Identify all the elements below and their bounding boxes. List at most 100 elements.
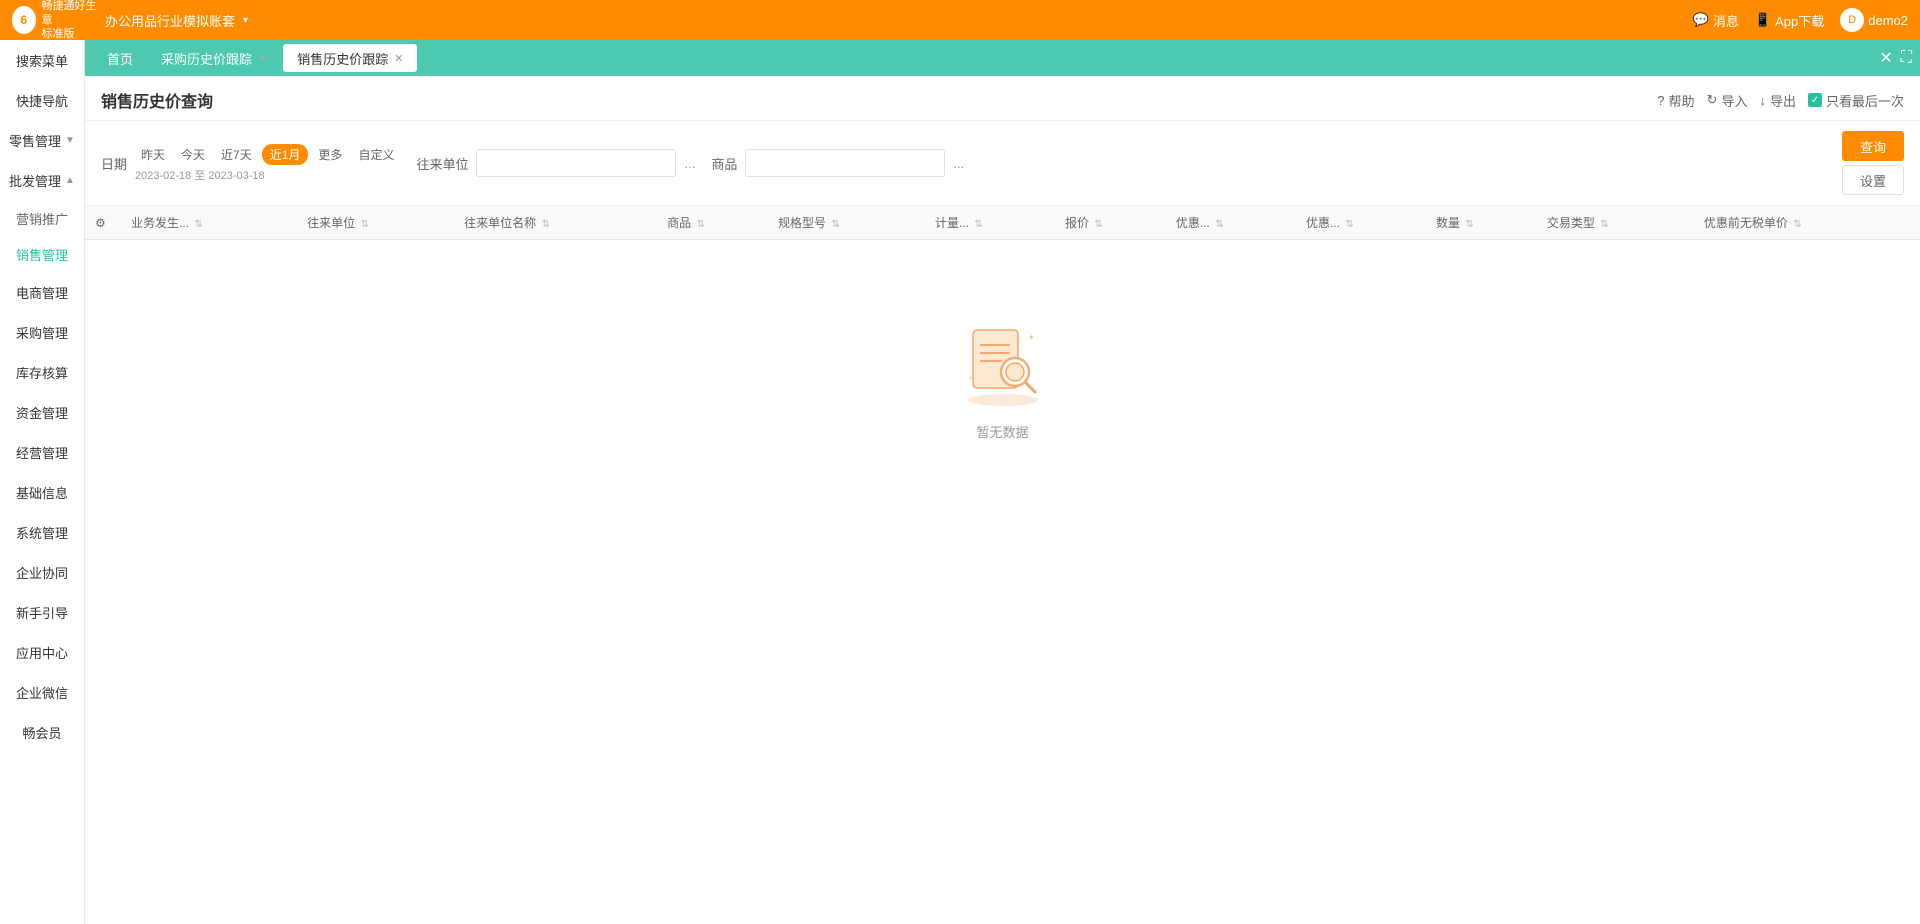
app-download-icon: 📱 [1755,12,1771,28]
data-table: ⚙ 业务发生... ⇅ 往来单位 ⇅ 往来单位名称 ⇅ [85,206,1920,240]
tab-purchase-history-close-icon[interactable]: ✕ [258,52,267,65]
tab-purchase-history[interactable]: 采购历史价跟踪 ✕ [147,44,281,72]
sidebar-item-sales-mgmt[interactable]: 销售管理 [0,236,84,272]
partner-ellipsis[interactable]: ... [684,156,695,171]
table-col-partner-name[interactable]: 往来单位名称 ⇅ [454,206,657,240]
search-button[interactable]: 查询 [1842,131,1904,161]
sort-spec-icon: ⇅ [831,219,839,230]
sidebar-item-member-club[interactable]: 畅会员 [0,712,84,752]
table-header-row: ⚙ 业务发生... ⇅ 往来单位 ⇅ 往来单位名称 ⇅ [85,206,1920,240]
avatar: D [1840,8,1864,32]
table-col-discount2[interactable]: 优惠... ⇅ [1296,206,1426,240]
svg-text:✦: ✦ [968,375,973,382]
tab-maximize-icon[interactable]: ⛶ [1901,49,1912,67]
header-center: 办公用品行业模拟账套 ▾ [97,11,1693,30]
setting-button[interactable]: 设置 [1842,165,1904,195]
checkbox-icon: ✓ [1808,93,1822,107]
search-btn-group: 查询 设置 [1842,131,1904,195]
table-col-product[interactable]: 商品 ⇅ [657,206,768,240]
main-content: 销售历史价查询 ? 帮助 ↻ 导入 ↓ 导出 ✓ 只看最后一次 [85,76,1920,924]
sidebar-item-marketing[interactable]: 营销推广 [0,200,84,236]
app-title-dropdown-icon[interactable]: ▾ [243,15,248,26]
date-btn-more[interactable]: 更多 [312,144,348,165]
sidebar-item-finance[interactable]: 资金管理 [0,392,84,432]
svg-text:✦: ✦ [1028,333,1035,342]
sidebar-item-app-center[interactable]: 应用中心 [0,632,84,672]
page-container: 销售历史价查询 ? 帮助 ↻ 导入 ↓ 导出 ✓ 只看最后一次 [85,76,1920,924]
sidebar-item-retail-mgmt[interactable]: 零售管理 ▼ [0,120,84,160]
sidebar-item-purchase-mgmt[interactable]: 采购管理 [0,312,84,352]
empty-state: ✦ ✦ 暂无数据 [85,240,1920,521]
sidebar-item-search-menu[interactable]: 搜索菜单 [0,40,84,80]
product-filter-group: 商品 ... [711,149,964,177]
logo-area: 6 畅捷通好生意 标准版 [12,0,97,41]
empty-icon: ✦ ✦ [953,320,1053,410]
sidebar-item-quick-nav[interactable]: 快捷导航 [0,80,84,120]
table-col-pretax-price[interactable]: 优惠前无税单价 ⇅ [1694,206,1920,240]
table-col-quantity[interactable]: 数量 ⇅ [1426,206,1537,240]
date-btn-custom[interactable]: 自定义 [352,144,400,165]
sort-partner-code-icon: ⇅ [361,219,369,230]
sidebar-item-basic-info[interactable]: 基础信息 [0,472,84,512]
user-profile-btn[interactable]: D demo2 [1840,8,1908,32]
only-last-checkbox[interactable]: ✓ 只看最后一次 [1808,91,1904,110]
sort-quoted-price-icon: ⇅ [1094,219,1102,230]
table-col-discount1[interactable]: 优惠... ⇅ [1166,206,1296,240]
sort-quantity-icon: ⇅ [1465,219,1473,230]
sidebar-item-system-mgmt[interactable]: 系统管理 [0,512,84,552]
date-btn-today[interactable]: 今天 [175,144,211,165]
sidebar-item-beginner-guide[interactable]: 新手引导 [0,592,84,632]
sidebar-item-ecommerce-mgmt[interactable]: 电商管理 [0,272,84,312]
product-input[interactable] [745,149,945,177]
table-col-quoted-price[interactable]: 报价 ⇅ [1055,206,1166,240]
table-col-unit[interactable]: 计量... ⇅ [925,206,1055,240]
table-col-trade-type[interactable]: 交易类型 ⇅ [1537,206,1694,240]
tab-bar: 首页 采购历史价跟踪 ✕ 销售历史价跟踪 ✕ ✕ ⛶ [85,40,1920,76]
logo-icon: 6 [12,6,36,34]
sort-trade-type-icon: ⇅ [1600,219,1608,230]
table-header: ⚙ 业务发生... ⇅ 往来单位 ⇅ 往来单位名称 ⇅ [85,206,1920,240]
sidebar-item-operations[interactable]: 经营管理 [0,432,84,472]
tab-sales-history[interactable]: 销售历史价跟踪 ✕ [283,44,417,72]
export-btn[interactable]: ↓ 导出 [1759,91,1796,110]
tab-close-all-icon[interactable]: ✕ [1879,48,1892,68]
table-col-gear[interactable]: ⚙ [85,206,121,240]
app-title: 办公用品行业模拟账套 [105,11,235,30]
sidebar-item-enterprise-wechat[interactable]: 企业微信 [0,672,84,712]
logo-text: 畅捷通好生意 标准版 [42,0,97,41]
table-col-biz-date[interactable]: 业务发生... ⇅ [121,206,297,240]
partner-input[interactable] [476,149,676,177]
product-ellipsis[interactable]: ... [953,156,964,171]
partner-filter-group: 往来单位 ... [416,149,695,177]
filter-bar: 日期 昨天 今天 近7天 近1月 更多 自定义 2023-02-18 至 202… [85,121,1920,206]
message-btn[interactable]: 💬 消息 [1693,11,1739,30]
date-label: 日期 [101,154,127,173]
top-header: 6 畅捷通好生意 标准版 办公用品行业模拟账套 ▾ 💬 消息 📱 App下载 D… [0,0,1920,40]
app-download-btn[interactable]: 📱 App下载 [1755,11,1824,30]
sidebar-item-inventory[interactable]: 库存核算 [0,352,84,392]
date-range-text: 2023-02-18 至 2023-03-18 [135,167,265,183]
sort-product-icon: ⇅ [696,219,704,230]
table-col-spec[interactable]: 规格型号 ⇅ [768,206,925,240]
page-header: 销售历史价查询 ? 帮助 ↻ 导入 ↓ 导出 ✓ 只看最后一次 [85,76,1920,121]
date-filter-group: 日期 昨天 今天 近7天 近1月 更多 自定义 2023-02-18 至 202… [101,144,400,183]
sort-discount2-icon: ⇅ [1345,219,1353,230]
date-btn-yesterday[interactable]: 昨天 [135,144,171,165]
date-btn-1month[interactable]: 近1月 [262,144,309,165]
table-col-partner-code[interactable]: 往来单位 ⇅ [297,206,454,240]
sidebar: 搜索菜单 快捷导航 零售管理 ▼ 批发管理 ▲ 营销推广 销售管理 电商管理 采… [0,40,85,924]
sort-biz-date-icon: ⇅ [194,219,202,230]
date-buttons: 昨天 今天 近7天 近1月 更多 自定义 2023-02-18 至 2023-0… [135,144,400,183]
sidebar-item-enterprise-collab[interactable]: 企业协同 [0,552,84,592]
sidebar-item-wholesale-mgmt[interactable]: 批发管理 ▲ [0,160,84,200]
sort-unit-icon: ⇅ [974,219,982,230]
help-btn[interactable]: ? 帮助 [1657,91,1694,110]
partner-label: 往来单位 [416,154,468,173]
import-btn[interactable]: ↻ 导入 [1707,91,1748,110]
tab-home[interactable]: 首页 [93,44,147,72]
tab-bar-right: ✕ ⛶ [1879,48,1912,68]
tab-sales-history-close-icon[interactable]: ✕ [394,52,403,65]
date-btn-7days[interactable]: 近7天 [215,144,258,165]
wholesale-mgmt-arrow-icon: ▲ [65,175,75,186]
table-container: ⚙ 业务发生... ⇅ 往来单位 ⇅ 往来单位名称 ⇅ [85,206,1920,240]
